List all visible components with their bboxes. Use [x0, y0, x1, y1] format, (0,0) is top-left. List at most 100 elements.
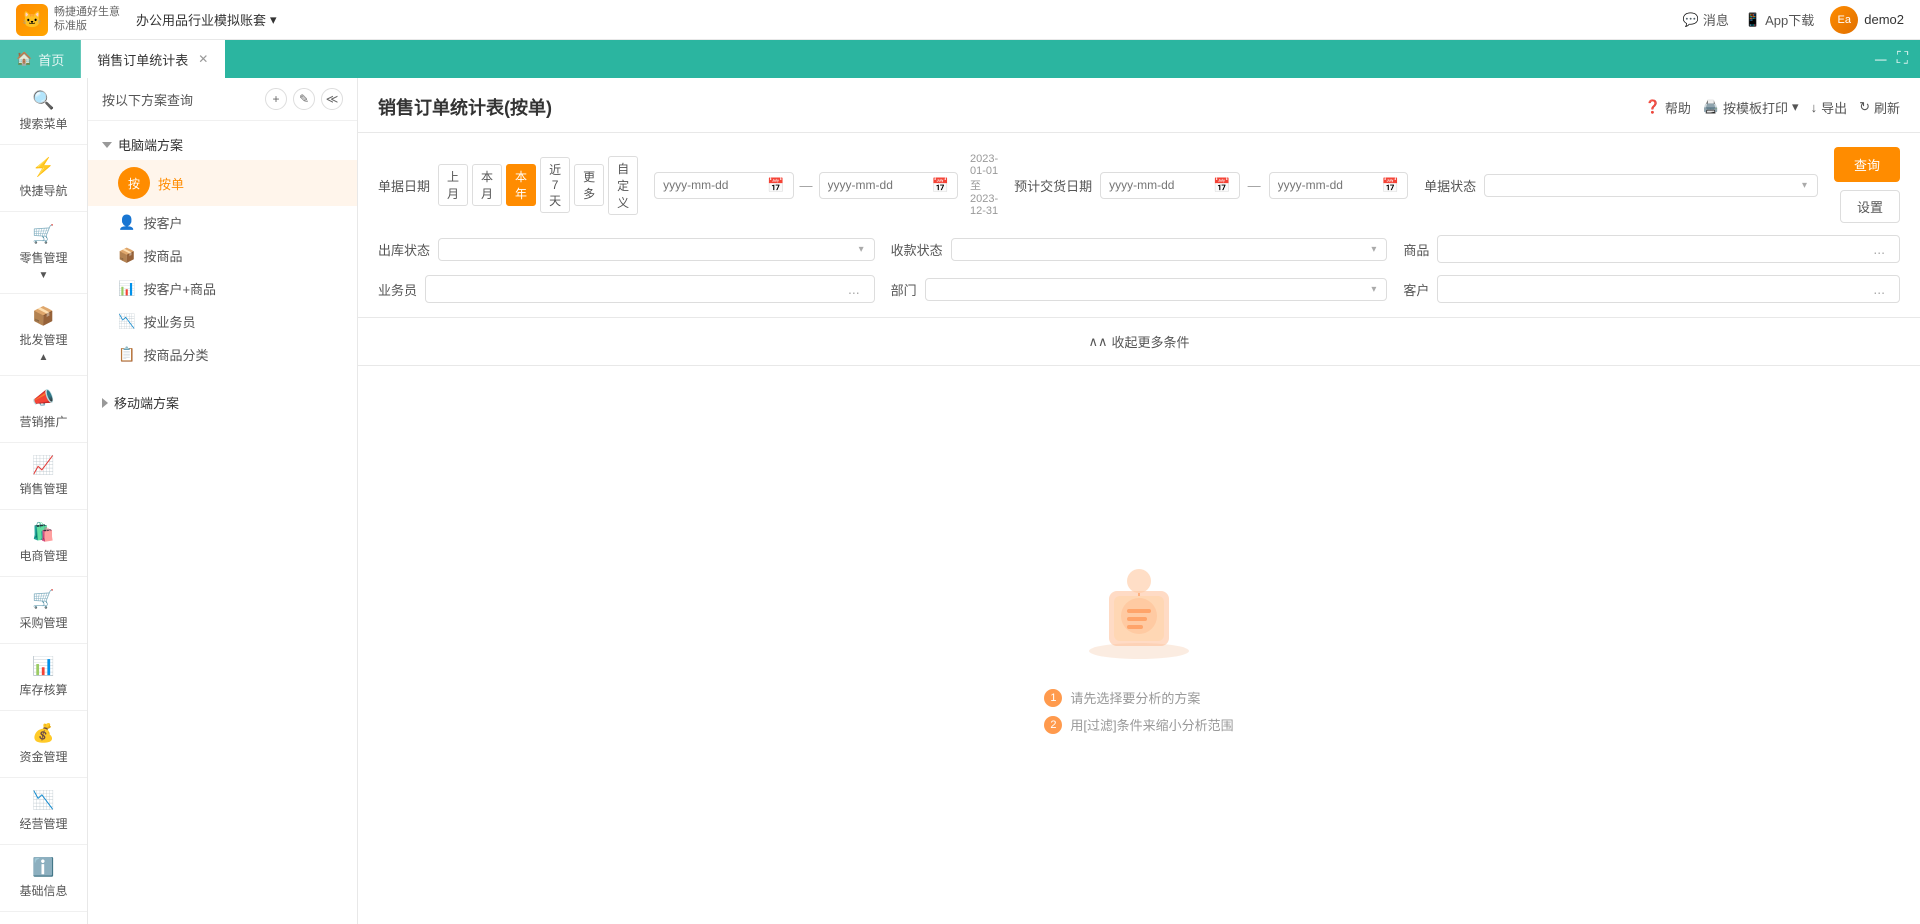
message-button[interactable]: 💬 消息	[1683, 10, 1729, 29]
sidebar-item-retail-mgmt[interactable]: 🛒 零售管理 ▼	[0, 212, 87, 294]
finance-icon: 💰	[32, 723, 54, 744]
department-label: 部门	[891, 280, 917, 299]
purchase-icon: 🛒	[32, 589, 54, 610]
page-header: 销售订单统计表(按单) ❓ 帮助 🖨️ 按模板打印 ▾ ↓ 导出	[358, 78, 1920, 133]
salesperson-ellipsis-icon[interactable]: ...	[844, 281, 864, 297]
customer-product-scheme-icon: 📊	[118, 280, 135, 297]
scheme-item-by-product-category[interactable]: 📋 按商品分类	[88, 338, 357, 371]
empty-tip-2: 2 用[过滤]条件来缩小分析范围	[1044, 715, 1233, 734]
sidebar-item-marketing[interactable]: 📣 营销推广	[0, 376, 87, 443]
scheme-item-by-order[interactable]: 按 按单	[88, 160, 357, 206]
app-download-button[interactable]: 📱 App下载	[1745, 10, 1814, 29]
export-icon: ↓	[1811, 100, 1818, 115]
left-panel-header: 按以下方案查询 + ✎ ≪	[88, 78, 357, 121]
scheme-item-by-salesperson[interactable]: 📉 按业务员	[88, 305, 357, 338]
arrow-up-icon2: ▲	[39, 352, 49, 363]
scheme-item-by-product[interactable]: 📦 按商品	[88, 239, 357, 272]
department-select[interactable]: ▾	[925, 278, 1388, 301]
sidebar-item-quick-nav[interactable]: ⚡ 快捷导航	[0, 145, 87, 212]
btn-last-month[interactable]: 上月	[438, 164, 468, 206]
refresh-button[interactable]: ↻ 刷新	[1859, 98, 1900, 117]
right-main: 销售订单统计表(按单) ❓ 帮助 🖨️ 按模板打印 ▾ ↓ 导出	[358, 78, 1920, 924]
collapse-btn[interactable]: ∧∧ 收起更多条件	[1076, 328, 1201, 355]
template-print-button[interactable]: 🖨️ 按模板打印 ▾	[1703, 98, 1799, 117]
sidebar-item-search-menu[interactable]: 🔍 搜索菜单	[0, 78, 87, 145]
lightning-icon: ⚡	[32, 157, 54, 178]
delivery-date-to-input[interactable]	[1278, 178, 1378, 192]
collapse-panel-button[interactable]: ≪	[321, 88, 343, 110]
sidebar-item-sales-mgmt[interactable]: 📈 销售管理	[0, 443, 87, 510]
logo-icon: 🐱	[16, 4, 48, 36]
product-scheme-icon: 📦	[118, 247, 135, 264]
bill-date-to-input[interactable]	[828, 178, 928, 192]
delivery-calendar-from-icon[interactable]: 📅	[1213, 177, 1230, 194]
tab-home[interactable]: 🏠 首页	[0, 40, 81, 78]
delivery-status-select[interactable]: ▾	[438, 238, 875, 261]
user-info[interactable]: Ea demo2	[1830, 6, 1904, 34]
message-icon: 💬	[1683, 12, 1699, 28]
sidebar-item-ecommerce-mgmt[interactable]: 🛍️ 电商管理	[0, 510, 87, 577]
query-button[interactable]: 查询	[1834, 147, 1900, 182]
pc-scheme-group: 电脑端方案 按 按单 👤 按客户 📦 按商品 📊 按客户+商品	[88, 121, 357, 379]
customer-scheme-icon: 👤	[118, 214, 135, 231]
info-icon: ℹ️	[32, 857, 54, 878]
tip-num-1: 1	[1044, 689, 1062, 707]
mobile-scheme-group-title[interactable]: 移动端方案	[88, 387, 357, 418]
user-name: demo2	[1864, 12, 1904, 27]
btn-this-month[interactable]: 本月	[472, 164, 502, 206]
empty-svg-illustration	[1079, 561, 1199, 671]
btn-more[interactable]: 更多	[574, 164, 604, 206]
customer-ellipsis-icon[interactable]: ...	[1869, 281, 1889, 297]
avatar: Ea	[1830, 6, 1858, 34]
product-ellipsis-icon[interactable]: ...	[1869, 241, 1889, 257]
delivery-date-sep: —	[1248, 178, 1261, 193]
export-button[interactable]: ↓ 导出	[1811, 98, 1848, 117]
tab-expand-icon[interactable]: ⛶	[1897, 50, 1908, 68]
btn-this-year[interactable]: 本年	[506, 164, 536, 206]
salesperson-select[interactable]: ...	[425, 275, 875, 303]
tab-sales-order-stats[interactable]: 销售订单统计表 ✕	[81, 40, 225, 78]
app-selector[interactable]: 办公用品行业模拟账套 ▾	[128, 6, 285, 33]
sidebar-item-inventory[interactable]: 📊 库存核算	[0, 644, 87, 711]
delivery-status-label: 出库状态	[378, 240, 430, 259]
expand-icon	[102, 142, 112, 148]
bill-status-select[interactable]: ▾	[1484, 174, 1818, 197]
customer-select[interactable]: ...	[1437, 275, 1900, 303]
sidebar-item-purchase-mgmt[interactable]: 🛒 采购管理	[0, 577, 87, 644]
logo-area: 🐱 畅捷通好生意 标准版	[16, 4, 120, 36]
filter-area: 单据日期 上月 本月 本年 近7天 更多 自定义 📅	[358, 133, 1920, 318]
bill-date-from-input[interactable]	[663, 178, 763, 192]
product-select[interactable]: ...	[1437, 235, 1900, 263]
payment-status-select[interactable]: ▾	[951, 238, 1388, 261]
scheme-item-by-customer-product[interactable]: 📊 按客户+商品	[88, 272, 357, 305]
calendar-from-icon[interactable]: 📅	[767, 177, 784, 194]
wholesale-icon: 📦	[32, 306, 54, 327]
delivery-calendar-to-icon[interactable]: 📅	[1382, 177, 1399, 194]
operations-icon: 📉	[32, 790, 54, 811]
page-header-actions: ❓ 帮助 🖨️ 按模板打印 ▾ ↓ 导出 ↻ 刷新	[1645, 98, 1900, 117]
sidebar-item-system-mgmt[interactable]: ⚙️ 系统管理	[0, 912, 87, 924]
edit-scheme-button[interactable]: ✎	[293, 88, 315, 110]
tab-close-icon[interactable]: ✕	[198, 52, 208, 66]
expected-delivery-section: 预计交货日期 📅 — 📅	[1014, 172, 1408, 199]
empty-tips: 1 请先选择要分析的方案 2 用[过滤]条件来缩小分析范围	[1044, 688, 1233, 734]
btn-last-7-days[interactable]: 近7天	[540, 157, 570, 213]
sidebar-item-wholesale-mgmt[interactable]: 📦 批发管理 ▲	[0, 294, 87, 376]
department-section: 部门 ▾	[891, 278, 1388, 301]
top-bar-right: 💬 消息 📱 App下载 Ea demo2	[1683, 6, 1904, 34]
filter-row-2: 出库状态 ▾ 收款状态 ▾	[378, 235, 1900, 263]
tab-minimize-icon[interactable]: －	[1873, 47, 1889, 71]
main-layout: 🔍 搜索菜单 ⚡ 快捷导航 🛒 零售管理 ▼ 📦 批发管理 ▲ 📣 营销推广 📈…	[0, 78, 1920, 924]
pc-scheme-group-title[interactable]: 电脑端方案	[88, 129, 357, 160]
sidebar-item-operations-mgmt[interactable]: 📉 经营管理	[0, 778, 87, 845]
help-button[interactable]: ❓ 帮助	[1645, 98, 1691, 117]
add-scheme-button[interactable]: +	[265, 88, 287, 110]
calendar-to-icon[interactable]: 📅	[932, 177, 949, 194]
btn-custom[interactable]: 自定义	[608, 156, 638, 215]
tip-num-2: 2	[1044, 716, 1062, 734]
settings-button[interactable]: 设置	[1840, 190, 1900, 223]
sidebar-item-basic-info[interactable]: ℹ️ 基础信息	[0, 845, 87, 912]
scheme-item-by-customer[interactable]: 👤 按客户	[88, 206, 357, 239]
delivery-date-from-input[interactable]	[1109, 178, 1209, 192]
sidebar-item-finance-mgmt[interactable]: 💰 资金管理	[0, 711, 87, 778]
